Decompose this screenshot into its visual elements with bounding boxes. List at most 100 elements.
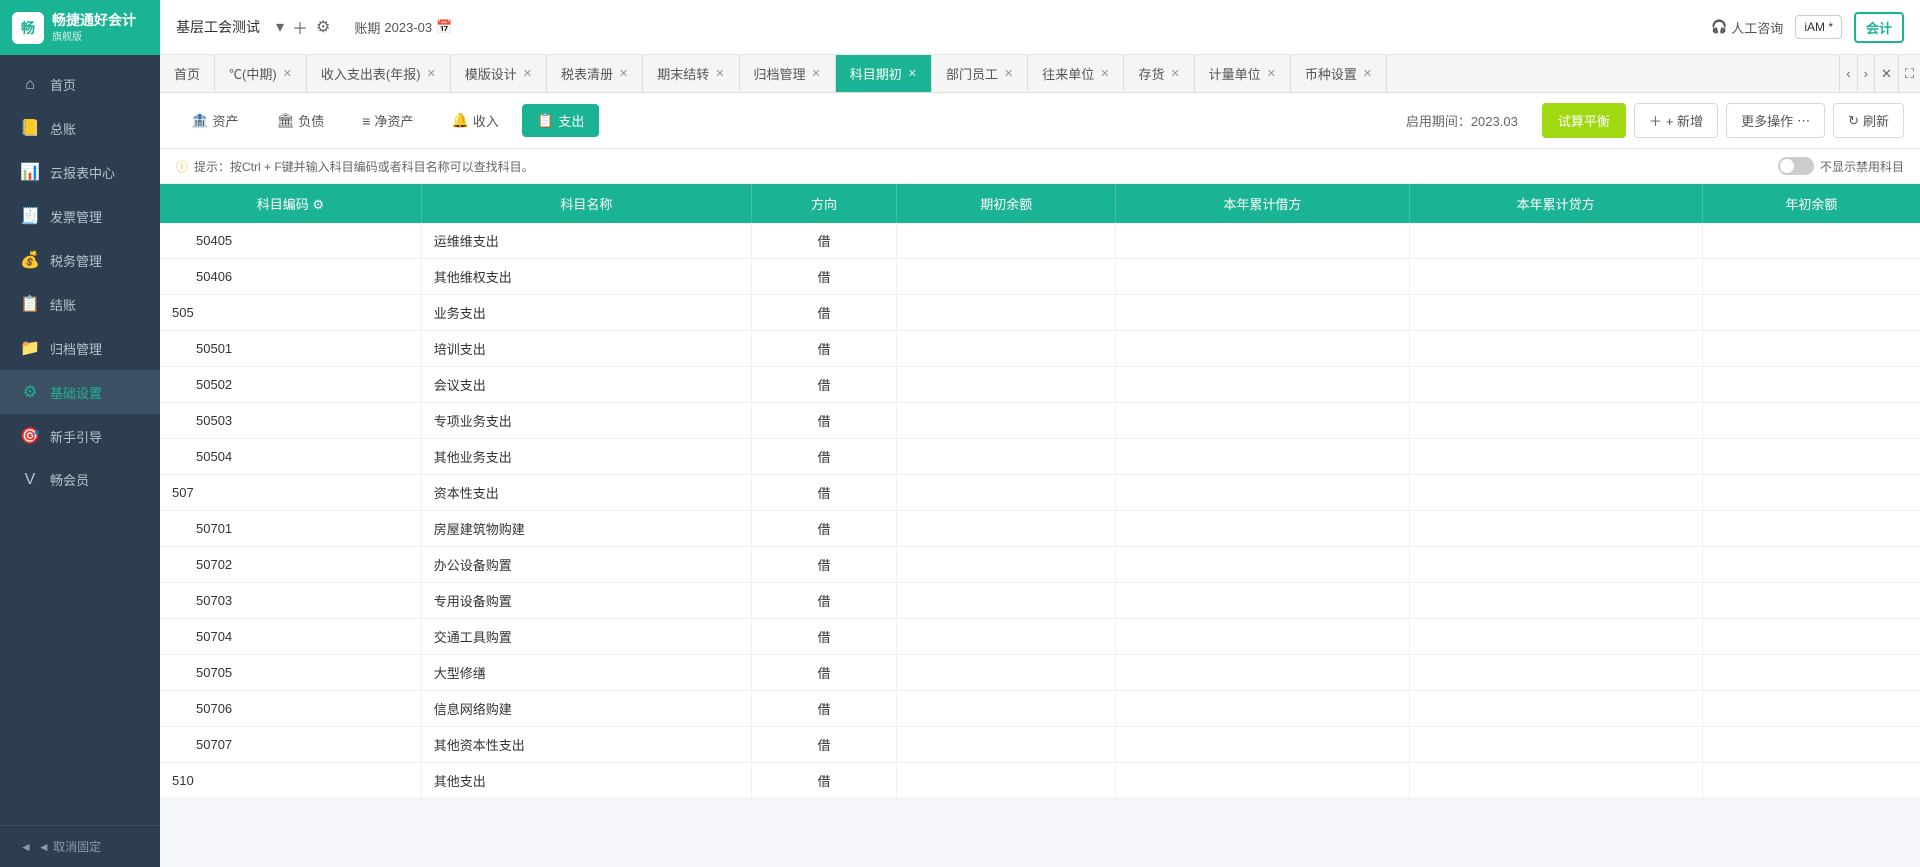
tab-currency[interactable]: 币种设置✕ bbox=[1291, 55, 1387, 93]
tab-home[interactable]: 首页 bbox=[160, 55, 215, 93]
tab-close-subjects[interactable]: ✕ bbox=[908, 67, 917, 80]
cell-direction-5: 借 bbox=[751, 403, 896, 439]
table-row[interactable]: 507资本性支出借 bbox=[160, 475, 1920, 511]
cell-yearinit-6 bbox=[1702, 439, 1920, 475]
sidebar-item-reports[interactable]: 📊 云报表中心 bbox=[0, 150, 160, 194]
table-row[interactable]: 50706信息网络购建借 bbox=[160, 691, 1920, 727]
tab-close-unit[interactable]: ✕ bbox=[1267, 67, 1276, 80]
table-row[interactable]: 510其他支出借 bbox=[160, 763, 1920, 799]
tabs-bar: 首页℃(中期)✕收入支出表(年报)✕模版设计✕税表清册✕期末结转✕归档管理✕科目… bbox=[160, 55, 1920, 93]
tab-close-income[interactable]: ✕ bbox=[427, 67, 436, 80]
settings-icon[interactable]: ⚙ bbox=[316, 17, 330, 37]
add-btn[interactable]: ＋ + 新增 bbox=[1634, 103, 1718, 138]
sidebar-item-invoice[interactable]: 🧾 发票管理 bbox=[0, 194, 160, 238]
filter-tab-liability[interactable]: 🏛 负债 bbox=[261, 104, 339, 137]
cell-balance-8 bbox=[897, 511, 1116, 547]
tab-yearend[interactable]: 期末结转 ✕ bbox=[643, 55, 739, 93]
tab-period[interactable]: ℃(中期) ✕ bbox=[215, 55, 307, 93]
tab-label-yearend: 期末结转 bbox=[657, 64, 709, 83]
cell-debit-6 bbox=[1116, 439, 1409, 475]
tab-close-tax[interactable]: ✕ bbox=[619, 67, 628, 80]
cell-code-7: 507 bbox=[160, 475, 421, 511]
notice-bar: ⓘ 提示：按Ctrl + F键并输入科目编码或者科目名称可以查找科目。 不显示禁… bbox=[160, 149, 1920, 184]
tab-unit[interactable]: 计量单位✕ bbox=[1195, 55, 1291, 93]
tab-inventory[interactable]: 存货✕ bbox=[1124, 55, 1194, 93]
help-button[interactable]: 🎧 人工咨询 bbox=[1711, 18, 1783, 37]
action-buttons: 试算平衡 ＋ + 新增 更多操作 ⋯ ↻ 刷新 bbox=[1542, 103, 1904, 138]
filter-tab-income_tab[interactable]: 🔔 收入 bbox=[436, 104, 513, 137]
sidebar-item-member[interactable]: V 畅会员 bbox=[0, 458, 160, 501]
cell-name-12: 大型修缮 bbox=[421, 655, 751, 691]
tab-archive[interactable]: 归档管理 ✕ bbox=[740, 55, 836, 93]
dropdown-icon[interactable]: ▾ bbox=[276, 17, 284, 37]
tab-tax[interactable]: 税表清册✕ bbox=[547, 55, 643, 93]
tab-label-period: ℃(中期) bbox=[229, 64, 277, 83]
cell-yearinit-0 bbox=[1702, 223, 1920, 259]
cell-direction-6: 借 bbox=[751, 439, 896, 475]
tabs-prev-btn[interactable]: ‹ bbox=[1839, 55, 1856, 93]
table-row[interactable]: 50703专用设备购置借 bbox=[160, 583, 1920, 619]
user-button[interactable]: 会计 bbox=[1854, 12, 1904, 43]
sidebar-item-settings[interactable]: ⚙ 基础设置 bbox=[0, 370, 160, 414]
sidebar-item-home[interactable]: ⌂ 首页 bbox=[0, 63, 160, 106]
refresh-label: 刷新 bbox=[1863, 111, 1889, 130]
tab-close-yearend[interactable]: ✕ bbox=[715, 67, 724, 80]
add-company-icon[interactable]: ＋ bbox=[292, 15, 308, 39]
more-btn[interactable]: 更多操作 ⋯ bbox=[1726, 103, 1825, 138]
cell-credit-15 bbox=[1409, 763, 1702, 799]
table-row[interactable]: 50502会议支出借 bbox=[160, 367, 1920, 403]
sidebar-item-guide[interactable]: 🎯 新手引导 bbox=[0, 414, 160, 458]
table-row[interactable]: 50501培训支出借 bbox=[160, 331, 1920, 367]
tabs-next-btn[interactable]: › bbox=[1857, 55, 1874, 93]
tab-close-dept[interactable]: ✕ bbox=[1004, 67, 1013, 80]
tab-close-archive[interactable]: ✕ bbox=[812, 67, 821, 80]
table-row[interactable]: 50704交通工具购置借 bbox=[160, 619, 1920, 655]
table-row[interactable]: 505业务支出借 bbox=[160, 295, 1920, 331]
ledger-icon: 📒 bbox=[20, 118, 40, 138]
refresh-btn[interactable]: ↻ 刷新 bbox=[1833, 103, 1904, 138]
table-row[interactable]: 50707其他资本性支出借 bbox=[160, 727, 1920, 763]
filter-tab-net_asset[interactable]: ≡ 净资产 bbox=[347, 104, 428, 137]
tab-close-inventory[interactable]: ✕ bbox=[1170, 67, 1179, 80]
tab-close-contacts[interactable]: ✕ bbox=[1100, 67, 1109, 80]
cell-yearinit-12 bbox=[1702, 655, 1920, 691]
sidebar: 畅 畅捷通好会计 旗舰版 ⌂ 首页 📒 总账 📊 云报表中心 🧾 发票管理 💰 … bbox=[0, 0, 160, 867]
sidebar-item-archive[interactable]: 📁 归档管理 bbox=[0, 326, 160, 370]
tab-close-period[interactable]: ✕ bbox=[283, 67, 292, 80]
table-row[interactable]: 50705大型修缮借 bbox=[160, 655, 1920, 691]
tabs-close-btn[interactable]: ✕ bbox=[1874, 55, 1898, 93]
collapse-icon: ◄ bbox=[20, 840, 32, 854]
cell-name-9: 办公设备购置 bbox=[421, 547, 751, 583]
cell-yearinit-13 bbox=[1702, 691, 1920, 727]
tab-subjects[interactable]: 科目期初 ✕ bbox=[836, 55, 932, 93]
table-row[interactable]: 50406其他维权支出借 bbox=[160, 259, 1920, 295]
tab-label-subjects: 科目期初 bbox=[850, 64, 902, 83]
tab-template[interactable]: 模版设计✕ bbox=[451, 55, 547, 93]
tab-label-income: 收入支出表(年报) bbox=[321, 64, 421, 83]
balance-btn[interactable]: 试算平衡 bbox=[1542, 103, 1626, 138]
column-settings-icon[interactable]: ⚙ bbox=[309, 197, 324, 212]
table-row[interactable]: 50504其他业务支出借 bbox=[160, 439, 1920, 475]
tab-contacts[interactable]: 往来单位✕ bbox=[1028, 55, 1124, 93]
cell-credit-13 bbox=[1409, 691, 1702, 727]
filter-tab-asset[interactable]: 🏦 资产 bbox=[176, 104, 253, 137]
tab-dept[interactable]: 部门员工✕ bbox=[932, 55, 1028, 93]
sidebar-item-tax_mgmt[interactable]: 💰 税务管理 bbox=[0, 238, 160, 282]
tab-close-currency[interactable]: ✕ bbox=[1363, 67, 1372, 80]
table-row[interactable]: 50701房屋建筑物购建借 bbox=[160, 511, 1920, 547]
sidebar-footer-collapse[interactable]: ◄ ◄ 取消固定 bbox=[0, 825, 160, 867]
calendar-icon[interactable]: 📅 bbox=[436, 19, 452, 35]
tabs-expand-btn[interactable]: ⛶ bbox=[1898, 55, 1920, 93]
table-row[interactable]: 50405运维维支出借 bbox=[160, 223, 1920, 259]
sidebar-item-settlement[interactable]: 📋 结账 bbox=[0, 282, 160, 326]
tab-income[interactable]: 收入支出表(年报) ✕ bbox=[307, 55, 451, 93]
tab-close-template[interactable]: ✕ bbox=[523, 67, 532, 80]
disable-toggle[interactable] bbox=[1778, 157, 1814, 175]
sidebar-item-ledger[interactable]: 📒 总账 bbox=[0, 106, 160, 150]
archive-icon: 📁 bbox=[20, 338, 40, 358]
filter-tab-expense[interactable]: 📋 支出 bbox=[522, 104, 599, 137]
notice-text: 提示：按Ctrl + F键并输入科目编码或者科目名称可以查找科目。 bbox=[194, 158, 534, 175]
table-row[interactable]: 50702办公设备购置借 bbox=[160, 547, 1920, 583]
tab-label-archive: 归档管理 bbox=[754, 64, 806, 83]
table-row[interactable]: 50503专项业务支出借 bbox=[160, 403, 1920, 439]
